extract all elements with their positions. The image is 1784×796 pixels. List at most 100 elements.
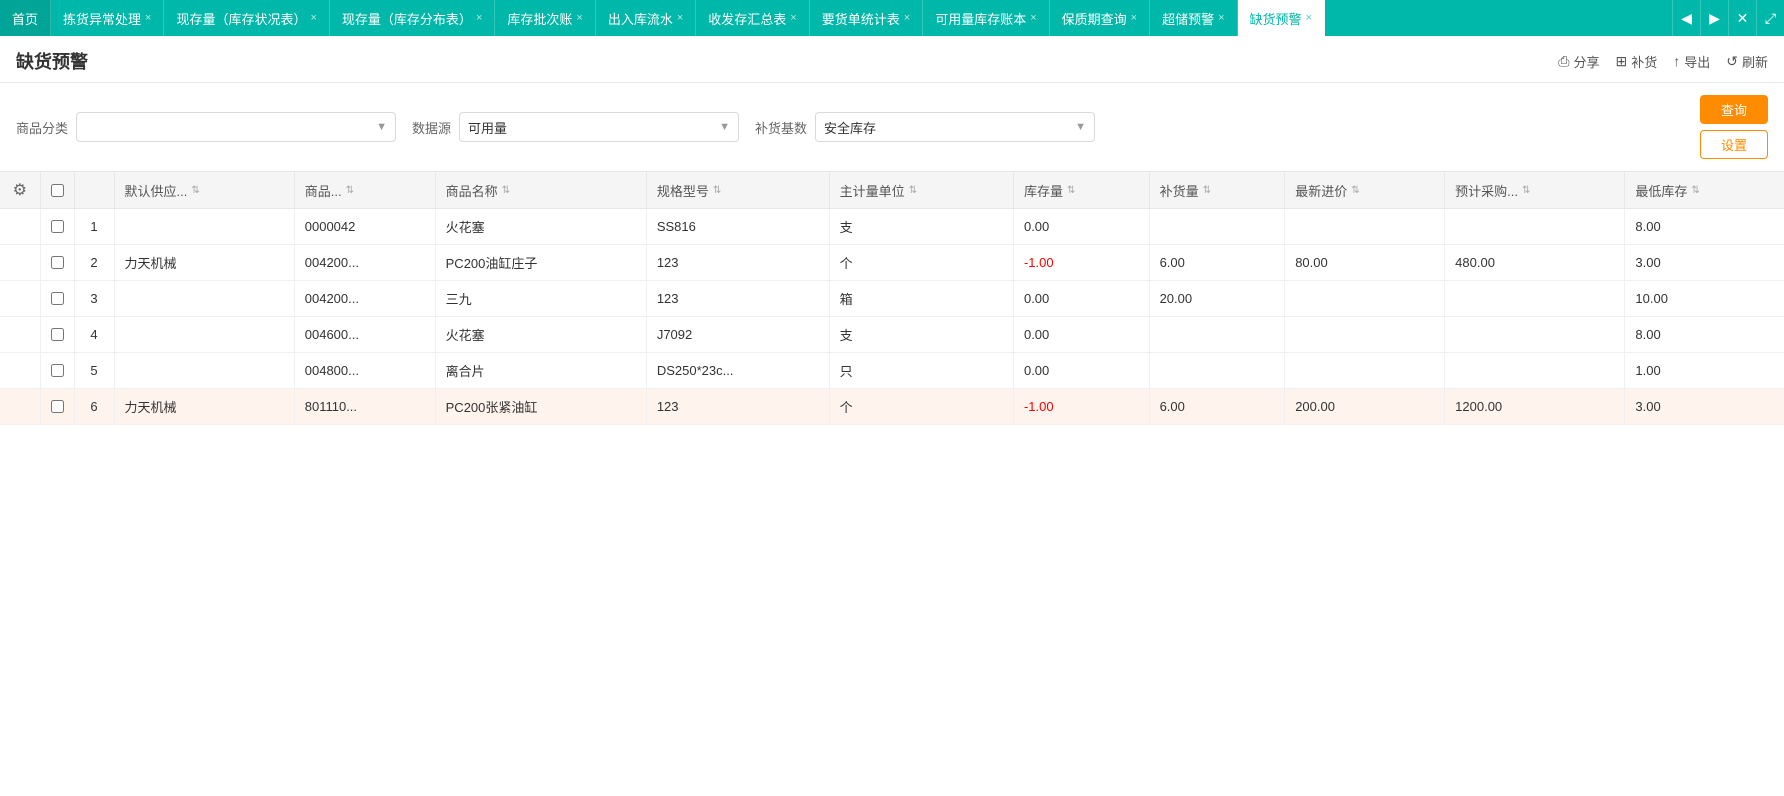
nav-tab-close-icon[interactable]: × xyxy=(1030,12,1036,24)
nav-tab-available-ledger[interactable]: 可用量库存账本 × xyxy=(923,0,1049,36)
th-spec[interactable]: 规格型号 ⇅ xyxy=(646,172,829,209)
row-checkbox[interactable] xyxy=(51,292,64,305)
nav-tab-close-icon[interactable]: × xyxy=(1131,12,1137,24)
query-button[interactable]: 查询 xyxy=(1700,95,1768,124)
th-product-code[interactable]: 商品... ⇅ xyxy=(294,172,435,209)
nav-close-btn[interactable]: ✕ xyxy=(1728,0,1756,36)
row-supplier xyxy=(114,209,294,245)
row-min-stock: 10.00 xyxy=(1625,281,1784,317)
sort-icon-est: ⇅ xyxy=(1522,185,1530,196)
table-row: 6力天机械801110...PC200张紧油缸123个-1.006.00200.… xyxy=(0,389,1784,425)
th-min-stock[interactable]: 最低库存 ⇅ xyxy=(1625,172,1784,209)
data-table: ⚙ 默认供应... ⇅ xyxy=(0,171,1784,425)
nav-tab-label: 保质期查询 xyxy=(1062,9,1127,28)
row-latest-price xyxy=(1285,209,1445,245)
row-est-purchase xyxy=(1445,209,1625,245)
nav-tab-home[interactable]: 首页 xyxy=(0,0,51,36)
row-num: 2 xyxy=(74,245,114,281)
th-stock-qty[interactable]: 库存量 ⇅ xyxy=(1013,172,1149,209)
nav-tab-close-icon[interactable]: × xyxy=(476,12,482,24)
th-unit[interactable]: 主计量单位 ⇅ xyxy=(829,172,1013,209)
nav-tab-inventory-status[interactable]: 现存量（库存状况表） × xyxy=(164,0,329,36)
th-default-supplier[interactable]: 默认供应... ⇅ xyxy=(114,172,294,209)
row-est-purchase xyxy=(1445,281,1625,317)
row-checkbox[interactable] xyxy=(51,328,64,341)
nav-tab-close-icon[interactable]: × xyxy=(145,12,151,24)
nav-tab-inout-flow[interactable]: 出入库流水 × xyxy=(596,0,696,36)
row-checkbox[interactable] xyxy=(51,364,64,377)
row-supplier xyxy=(114,317,294,353)
row-product-code: 004600... xyxy=(294,317,435,353)
row-spec: SS816 xyxy=(646,209,829,245)
datasource-arrow-icon: ▼ xyxy=(719,121,730,133)
row-num: 6 xyxy=(74,389,114,425)
nav-tab-label: 要货单统计表 xyxy=(822,9,900,28)
nav-tab-expiry-query[interactable]: 保质期查询 × xyxy=(1050,0,1150,36)
row-num: 4 xyxy=(74,317,114,353)
th-latest-price[interactable]: 最新进价 ⇅ xyxy=(1285,172,1445,209)
refresh-button[interactable]: ↺ 刷新 xyxy=(1726,52,1768,71)
nav-tab-inventory-dist[interactable]: 现存量（库存分布表） × xyxy=(330,0,495,36)
row-latest-price: 200.00 xyxy=(1285,389,1445,425)
nav-tab-order-stats[interactable]: 要货单统计表 × xyxy=(810,0,923,36)
category-filter: 商品分类 ▼ xyxy=(16,112,396,142)
nav-prev-btn[interactable]: ◀ xyxy=(1672,0,1700,36)
row-stock-qty: 0.00 xyxy=(1013,281,1149,317)
page-title: 缺货预警 xyxy=(16,48,88,74)
nav-tab-close-icon[interactable]: × xyxy=(310,12,316,24)
th-est-purchase[interactable]: 预计采购... ⇅ xyxy=(1445,172,1625,209)
nav-tab-close-icon[interactable]: × xyxy=(790,12,796,24)
row-latest-price xyxy=(1285,317,1445,353)
row-num: 1 xyxy=(74,209,114,245)
row-replenish-qty: 6.00 xyxy=(1149,389,1285,425)
gear-icon[interactable]: ⚙ xyxy=(13,182,27,199)
nav-fullscreen-btn[interactable]: ⤢ xyxy=(1756,0,1784,36)
sort-icon-stock: ⇅ xyxy=(1067,185,1075,196)
row-checkbox[interactable] xyxy=(51,400,64,413)
nav-tab-shortage[interactable]: 缺货预警 × xyxy=(1238,0,1325,36)
nav-tab-label: 现存量（库存分布表） xyxy=(342,9,472,28)
nav-tab-close-icon[interactable]: × xyxy=(1218,12,1224,24)
row-unit: 支 xyxy=(829,317,1013,353)
row-unit: 只 xyxy=(829,353,1013,389)
nav-tab-overstock[interactable]: 超储预警 × xyxy=(1150,0,1237,36)
nav-tab-close-icon[interactable]: × xyxy=(677,12,683,24)
row-latest-price xyxy=(1285,281,1445,317)
select-all-checkbox[interactable] xyxy=(51,184,64,197)
row-unit: 箱 xyxy=(829,281,1013,317)
filter-actions: 查询 设置 xyxy=(1700,95,1768,159)
row-stock-qty: -1.00 xyxy=(1013,245,1149,281)
nav-tab-close-icon[interactable]: × xyxy=(576,12,582,24)
nav-tab-close-icon[interactable]: × xyxy=(904,12,910,24)
table-row: 3004200...三九123箱0.0020.0010.00 xyxy=(0,281,1784,317)
th-replenish-qty[interactable]: 补货量 ⇅ xyxy=(1149,172,1285,209)
share-button[interactable]: ⎙ 分享 xyxy=(1558,52,1599,71)
datasource-select-value: 可用量 xyxy=(468,118,719,137)
row-checkbox-cell xyxy=(40,281,74,317)
nav-next-btn[interactable]: ▶ xyxy=(1700,0,1728,36)
setting-button[interactable]: 设置 xyxy=(1700,130,1768,159)
row-checkbox[interactable] xyxy=(51,256,64,269)
row-spec: 123 xyxy=(646,389,829,425)
row-replenish-qty xyxy=(1149,209,1285,245)
nav-tab-close-icon[interactable]: × xyxy=(1306,12,1312,24)
row-est-purchase xyxy=(1445,317,1625,353)
export-button[interactable]: ↑ 导出 xyxy=(1673,52,1710,71)
replenish-button[interactable]: ⊞ 补货 xyxy=(1615,52,1657,71)
nav-tab-collect-summary[interactable]: 收发存汇总表 × xyxy=(696,0,809,36)
row-latest-price xyxy=(1285,353,1445,389)
row-product-name: PC200张紧油缸 xyxy=(435,389,646,425)
row-min-stock: 8.00 xyxy=(1625,317,1784,353)
row-checkbox[interactable] xyxy=(51,220,64,233)
row-product-name: 三九 xyxy=(435,281,646,317)
row-checkbox-cell xyxy=(40,317,74,353)
nav-tab-batch-account[interactable]: 库存批次账 × xyxy=(495,0,595,36)
replenish-basis-select[interactable]: 安全库存 ▼ xyxy=(815,112,1095,142)
row-unit: 支 xyxy=(829,209,1013,245)
sort-icon-unit: ⇅ xyxy=(909,185,917,196)
nav-tab-exception[interactable]: 拣货异常处理 × xyxy=(51,0,164,36)
datasource-select[interactable]: 可用量 ▼ xyxy=(459,112,739,142)
category-select[interactable]: ▼ xyxy=(76,112,396,142)
nav-tab-label: 超储预警 xyxy=(1162,9,1214,28)
th-product-name[interactable]: 商品名称 ⇅ xyxy=(435,172,646,209)
